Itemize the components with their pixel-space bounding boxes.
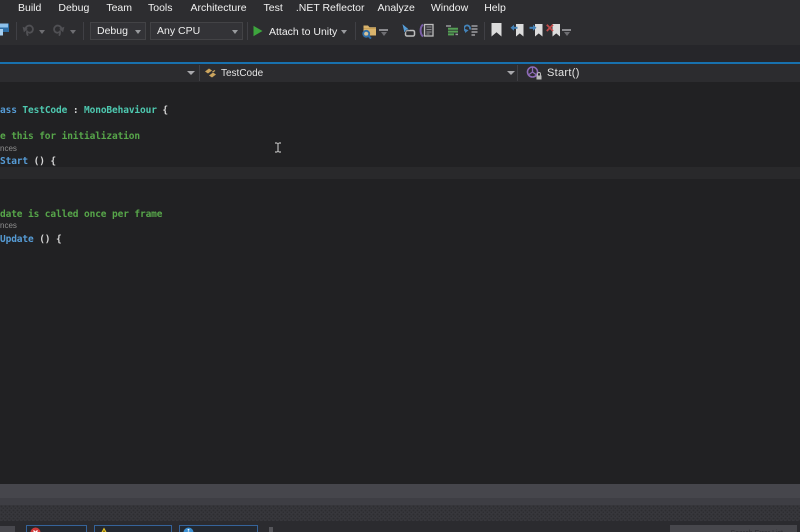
find-in-files-icon[interactable] — [362, 23, 378, 39]
code-line: Update () { — [0, 233, 62, 246]
chevron-down-icon — [564, 32, 570, 36]
solution-configuration-combo[interactable]: Debug — [90, 22, 146, 40]
menu-item-tools[interactable]: Tools — [140, 0, 182, 17]
method-private-icon — [526, 66, 543, 81]
toolbar-separator — [355, 22, 356, 40]
visual-studio-window: BuildDebugTeamToolsArchitectureTest.NET … — [0, 0, 800, 532]
class-icon — [204, 67, 218, 80]
project-dropdown[interactable] — [0, 64, 199, 82]
warning-icon — [98, 527, 110, 532]
filter-button-warning[interactable] — [94, 525, 172, 532]
menu-item-test[interactable]: Test — [255, 0, 291, 17]
undo-dropdown-button[interactable] — [39, 30, 45, 34]
chevron-down-icon — [341, 30, 347, 34]
document-tab-strip — [0, 45, 800, 62]
toolbar-grip-stub — [269, 527, 273, 532]
scrollbar-track-lower — [0, 498, 800, 505]
previous-bookmark-icon[interactable] — [510, 23, 524, 37]
menu-item-build[interactable]: Build — [10, 0, 50, 17]
chevron-down-icon — [232, 30, 238, 34]
overflow-bar — [379, 29, 388, 31]
partial-save-icon[interactable] — [0, 22, 11, 37]
chevron-down-icon — [381, 32, 387, 36]
attach-play-icon[interactable] — [252, 25, 264, 37]
toolbar-overflow-icon[interactable] — [562, 29, 571, 36]
menu-bar: BuildDebugTeamToolsArchitectureTest.NET … — [0, 0, 800, 17]
code-line: e this for initialization — [0, 130, 140, 143]
error-list-search-input[interactable]: Search Error List — [670, 525, 797, 532]
menu-item-netreflector[interactable]: .NET Reflector — [287, 0, 373, 17]
text-ibeam-cursor — [274, 142, 282, 153]
undo-icon[interactable] — [22, 23, 35, 36]
overflow-bar — [562, 29, 571, 31]
error-list-title-grip[interactable] — [0, 505, 800, 521]
solution-platform-combo[interactable]: Any CPU — [150, 22, 243, 40]
toggle-bookmark-icon[interactable] — [491, 23, 502, 37]
menu-item-analyze[interactable]: Analyze — [369, 0, 423, 17]
filter-button-info[interactable] — [179, 525, 258, 532]
menu-item-window[interactable]: Window — [422, 0, 476, 17]
current-line-highlight — [0, 167, 800, 179]
menu-item-debug[interactable]: Debug — [50, 0, 98, 17]
error-icon — [30, 527, 41, 532]
scope-dropdown-stub[interactable] — [0, 526, 15, 532]
toolbar: Debug Any CPU Attach to Unity — [0, 17, 800, 45]
chevron-down-icon — [187, 71, 195, 75]
chevron-down-icon — [70, 30, 76, 34]
next-bookmark-icon[interactable] — [529, 23, 543, 37]
menu-item-architecture[interactable]: Architecture — [182, 0, 255, 17]
error-list-toolbar: Search Error List — [0, 521, 800, 532]
toolbar-separator — [16, 22, 17, 40]
solution-platform-value: Any CPU — [157, 25, 200, 37]
toolbar-overflow-icon[interactable] — [379, 29, 388, 36]
horizontal-scrollbar[interactable] — [0, 484, 800, 505]
attach-to-unity-button[interactable]: Attach to Unity — [269, 26, 337, 38]
code-line: date is called once per frame — [0, 208, 162, 221]
list-members-icon[interactable] — [401, 23, 416, 38]
redo-dropdown-button[interactable] — [70, 30, 76, 34]
chevron-down-icon — [507, 71, 515, 75]
attach-dropdown-button[interactable] — [341, 30, 347, 34]
toolbar-separator — [247, 22, 248, 40]
code-line: ass TestCode : MonoBehaviour { — [0, 104, 168, 117]
filter-button-error[interactable] — [26, 525, 87, 532]
parameter-info-icon[interactable] — [419, 23, 434, 38]
toolbar-separator — [83, 22, 84, 40]
member-dropdown[interactable]: Start() — [518, 64, 800, 82]
chevron-down-icon — [39, 30, 45, 34]
clear-bookmarks-icon[interactable] — [546, 23, 560, 37]
member-dropdown-value: Start() — [547, 67, 580, 79]
code-editor[interactable]: ass TestCode : MonoBehaviour { e this for… — [0, 82, 800, 484]
info-icon — [183, 527, 194, 532]
codelens-references[interactable]: nces — [0, 144, 17, 154]
chevron-down-icon — [135, 30, 141, 34]
uncomment-icon[interactable] — [464, 23, 479, 38]
comment-icon[interactable] — [445, 23, 460, 38]
codelens-references[interactable]: nces — [0, 221, 17, 231]
redo-icon[interactable] — [52, 23, 65, 36]
type-dropdown[interactable]: TestCode — [200, 64, 517, 82]
solution-configuration-value: Debug — [97, 25, 128, 37]
type-dropdown-value: TestCode — [221, 68, 263, 79]
code-line: Start () { — [0, 155, 56, 168]
menu-item-team[interactable]: Team — [98, 0, 141, 17]
navigation-bar: TestCode Start() — [0, 64, 800, 82]
toolbar-separator — [484, 22, 485, 40]
menu-item-help[interactable]: Help — [476, 0, 515, 17]
